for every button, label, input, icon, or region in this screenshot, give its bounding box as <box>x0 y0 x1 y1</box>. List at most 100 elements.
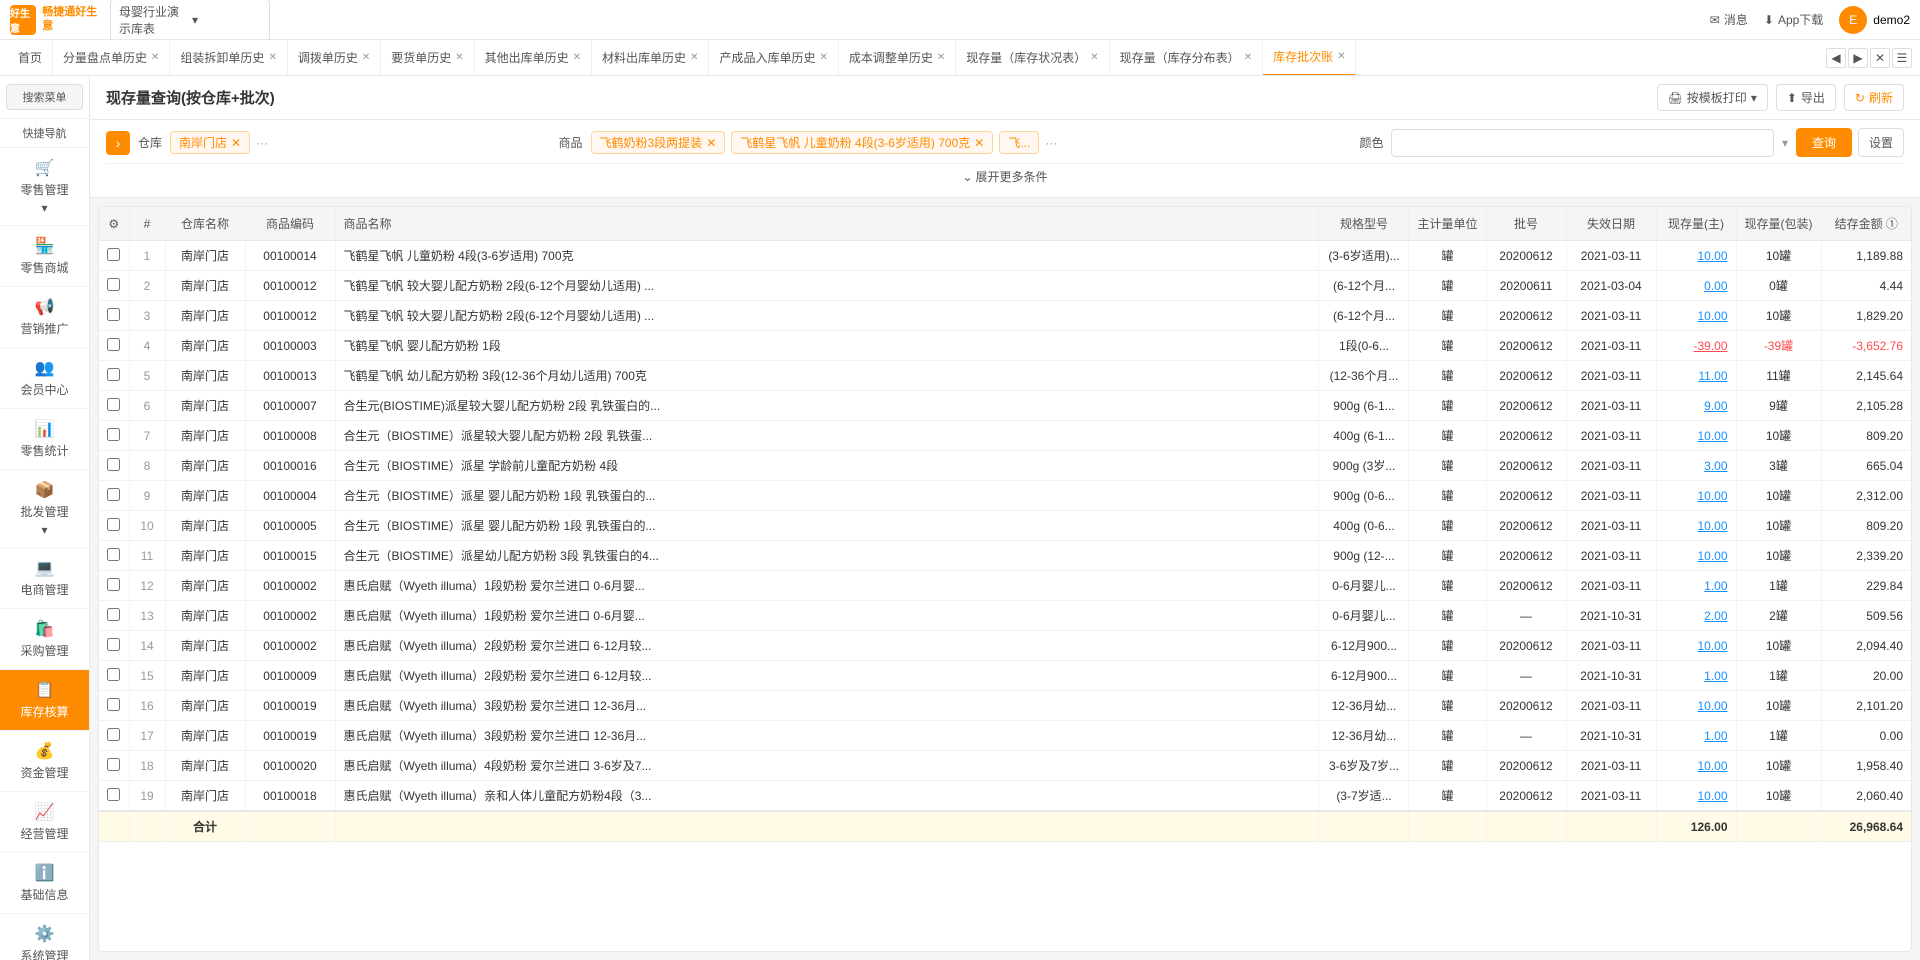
sidebar-item-system[interactable]: ⚙️ 系统管理 <box>0 914 89 960</box>
tab-7-close-icon[interactable]: ✕ <box>819 52 827 63</box>
row-checkbox[interactable] <box>107 608 120 621</box>
td-check[interactable] <box>99 781 129 812</box>
product-tag-more[interactable]: 飞... <box>999 131 1039 154</box>
td-qty-main[interactable]: 10.00 <box>1656 631 1736 661</box>
tab-5[interactable]: 其他出库单历史 ✕ <box>475 40 592 76</box>
row-checkbox[interactable] <box>107 368 120 381</box>
setting-button[interactable]: 设置 <box>1858 128 1904 157</box>
td-qty-main[interactable]: 10.00 <box>1656 301 1736 331</box>
product-tag-1-remove-icon[interactable]: ✕ <box>706 136 716 150</box>
td-qty-main[interactable]: 10.00 <box>1656 781 1736 812</box>
warehouse-tag[interactable]: 南岸门店 ✕ <box>170 131 250 154</box>
row-checkbox[interactable] <box>107 548 120 561</box>
td-qty-main[interactable]: 10.00 <box>1656 511 1736 541</box>
sidebar-quick-nav[interactable]: 快捷导航 <box>0 119 89 148</box>
tab-1[interactable]: 分量盘点单历史 ✕ <box>53 40 170 76</box>
tab-6[interactable]: 材料出库单历史 ✕ <box>592 40 709 76</box>
td-check[interactable] <box>99 541 129 571</box>
tab-6-close-icon[interactable]: ✕ <box>690 52 698 63</box>
sidebar-item-retail-stats[interactable]: 📊 零售统计 <box>0 409 89 470</box>
print-button[interactable]: 🖨 按模板打印 ▾ <box>1657 84 1768 111</box>
td-qty-main[interactable]: 10.00 <box>1656 541 1736 571</box>
sidebar-item-purchase[interactable]: 🛍️ 采购管理 <box>0 609 89 670</box>
row-checkbox[interactable] <box>107 758 120 771</box>
td-check[interactable] <box>99 331 129 361</box>
row-checkbox[interactable] <box>107 728 120 741</box>
sidebar-item-marketing[interactable]: 📢 营销推广 <box>0 287 89 348</box>
export-button[interactable]: ⬆ 导出 <box>1776 84 1836 111</box>
warehouse-more-icon[interactable]: ··· <box>256 136 268 150</box>
nav-prev-icon[interactable]: ◀ <box>1826 48 1846 68</box>
nav-menu-icon[interactable]: ☰ <box>1892 48 1912 68</box>
sidebar-item-wholesale[interactable]: 📦 批发管理 ▾ <box>0 470 89 548</box>
td-check[interactable] <box>99 511 129 541</box>
tab-11[interactable]: 库存批次账 ✕ <box>1263 40 1356 76</box>
tab-10-close-icon[interactable]: ✕ <box>1244 52 1252 63</box>
td-qty-main[interactable]: 1.00 <box>1656 721 1736 751</box>
td-check[interactable] <box>99 691 129 721</box>
sidebar-item-finance[interactable]: 💰 资金管理 <box>0 731 89 792</box>
row-checkbox[interactable] <box>107 428 120 441</box>
sidebar-item-basic-info[interactable]: ℹ️ 基础信息 <box>0 853 89 914</box>
sidebar-item-retail-management[interactable]: 🛒 零售管理 ▾ <box>0 148 89 226</box>
td-check[interactable] <box>99 571 129 601</box>
td-qty-main[interactable]: 10.00 <box>1656 691 1736 721</box>
td-qty-main[interactable]: 10.00 <box>1656 751 1736 781</box>
tab-3[interactable]: 调拨单历史 ✕ <box>288 40 381 76</box>
tab-1-close-icon[interactable]: ✕ <box>151 52 159 63</box>
tab-9[interactable]: 现存量（库存状况表） ✕ <box>956 40 1109 76</box>
td-check[interactable] <box>99 451 129 481</box>
td-check[interactable] <box>99 601 129 631</box>
td-qty-main[interactable]: 9.00 <box>1656 391 1736 421</box>
td-check[interactable] <box>99 661 129 691</box>
industry-selector[interactable]: 母婴行业演示库表 ▾ <box>110 0 270 41</box>
td-check[interactable] <box>99 481 129 511</box>
refresh-button[interactable]: ↻ 刷新 <box>1844 84 1904 111</box>
sidebar-item-ecommerce[interactable]: 💻 电商管理 <box>0 548 89 609</box>
filter-expand-toggle[interactable]: › <box>106 131 130 155</box>
td-check[interactable] <box>99 301 129 331</box>
td-qty-main[interactable]: 10.00 <box>1656 421 1736 451</box>
td-qty-main[interactable]: 10.00 <box>1656 481 1736 511</box>
sidebar-item-operations[interactable]: 📈 经营管理 <box>0 792 89 853</box>
tab-7[interactable]: 产成品入库单历史 ✕ <box>709 40 838 76</box>
row-checkbox[interactable] <box>107 308 120 321</box>
color-filter-input[interactable] <box>1391 129 1773 157</box>
expand-conditions-button[interactable]: ⌄ 展开更多条件 <box>962 168 1047 185</box>
tab-9-close-icon[interactable]: ✕ <box>1090 52 1098 63</box>
row-checkbox[interactable] <box>107 668 120 681</box>
nav-close-icon[interactable]: ✕ <box>1870 48 1890 68</box>
td-check[interactable] <box>99 721 129 751</box>
td-qty-main[interactable]: 10.00 <box>1656 241 1736 271</box>
row-checkbox[interactable] <box>107 248 120 261</box>
message-button[interactable]: ✉ 消息 <box>1710 11 1748 28</box>
tab-8[interactable]: 成本调整单历史 ✕ <box>839 40 956 76</box>
td-check[interactable] <box>99 751 129 781</box>
tab-11-close-icon[interactable]: ✕ <box>1337 51 1345 62</box>
sidebar-item-inventory[interactable]: 📋 库存核算 <box>0 670 89 731</box>
row-checkbox[interactable] <box>107 788 120 801</box>
td-qty-main[interactable]: 3.00 <box>1656 451 1736 481</box>
td-check[interactable] <box>99 241 129 271</box>
sidebar-item-members[interactable]: 👥 会员中心 <box>0 348 89 409</box>
tab-10[interactable]: 现存量（库存分布表） ✕ <box>1110 40 1263 76</box>
td-qty-main[interactable]: -39.00 <box>1656 331 1736 361</box>
tab-home[interactable]: 首页 <box>8 40 53 76</box>
th-check[interactable]: ⚙ <box>99 207 129 241</box>
row-checkbox[interactable] <box>107 398 120 411</box>
td-check[interactable] <box>99 421 129 451</box>
tab-2[interactable]: 组装拆卸单历史 ✕ <box>170 40 287 76</box>
product-tag-2[interactable]: 飞鹤星飞帆 儿童奶粉 4段(3-6岁适用) 700克 ✕ <box>731 131 993 154</box>
row-checkbox[interactable] <box>107 518 120 531</box>
tab-5-close-icon[interactable]: ✕ <box>573 52 581 63</box>
td-check[interactable] <box>99 361 129 391</box>
tab-2-close-icon[interactable]: ✕ <box>268 52 276 63</box>
row-checkbox[interactable] <box>107 278 120 291</box>
query-button[interactable]: 查询 <box>1796 128 1852 157</box>
sidebar-item-retail-mall[interactable]: 🏪 零售商城 <box>0 226 89 287</box>
row-checkbox[interactable] <box>107 338 120 351</box>
row-checkbox[interactable] <box>107 458 120 471</box>
td-qty-main[interactable]: 1.00 <box>1656 571 1736 601</box>
td-check[interactable] <box>99 271 129 301</box>
row-checkbox[interactable] <box>107 578 120 591</box>
